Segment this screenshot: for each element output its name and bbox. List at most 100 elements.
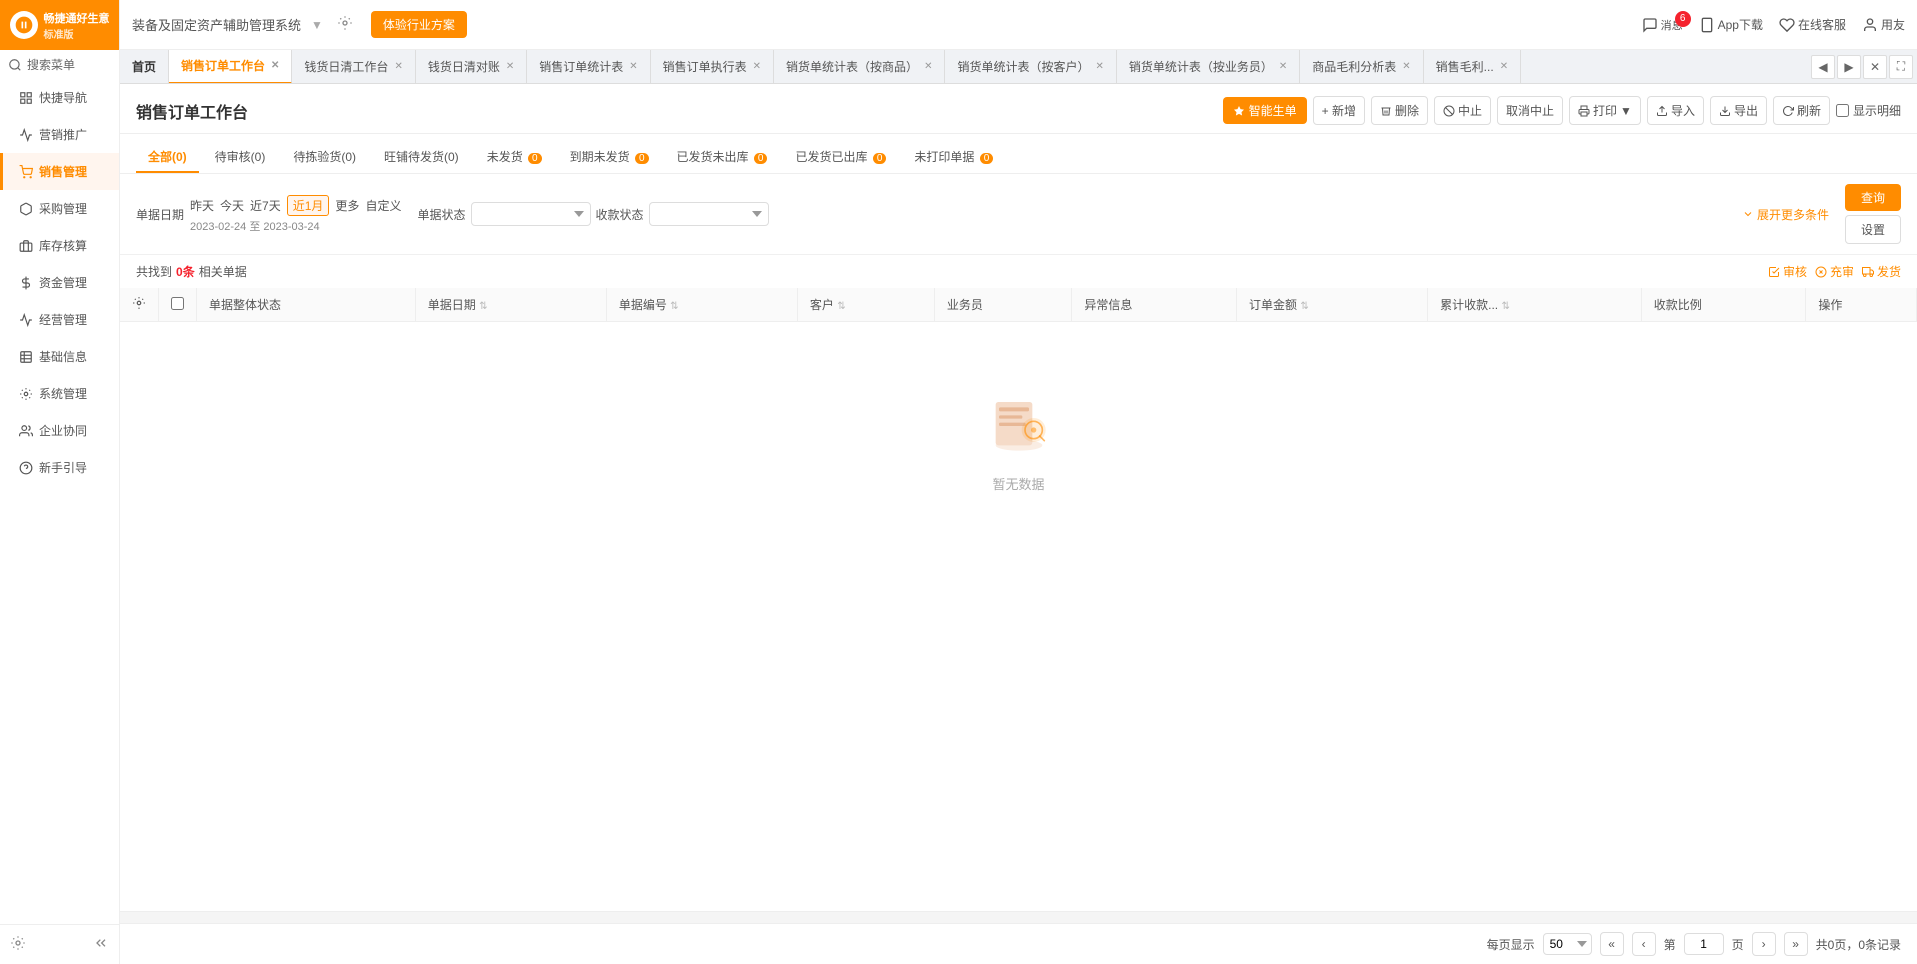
- sidebar-item-basic[interactable]: 基础信息: [0, 338, 119, 375]
- expand-more-btn[interactable]: 展开更多条件: [1742, 206, 1829, 223]
- tab-sales-more-close[interactable]: ✕: [1500, 61, 1508, 72]
- col-collected[interactable]: 累计收款... ⇅: [1428, 288, 1642, 322]
- show-detail-checkbox[interactable]: 显示明细: [1836, 102, 1901, 119]
- settings-icon[interactable]: [10, 935, 26, 954]
- tab-product-margin-close[interactable]: ✕: [1402, 61, 1410, 72]
- app-download-btn[interactable]: App下载: [1699, 16, 1763, 33]
- prev-page-btn[interactable]: ‹: [1632, 932, 1656, 956]
- add-btn[interactable]: + 新增: [1313, 96, 1365, 125]
- settings-gear-icon[interactable]: [337, 15, 353, 34]
- page-input[interactable]: [1684, 933, 1724, 955]
- sidebar-item-system[interactable]: 系统管理: [0, 375, 119, 412]
- tab-sales-stat-product-close[interactable]: ✕: [924, 61, 932, 72]
- subtab-wangpu[interactable]: 旺铺待发货(0): [372, 142, 471, 173]
- smart-btn[interactable]: 智能生单: [1223, 97, 1307, 124]
- tab-order-exec[interactable]: 销售订单执行表 ✕: [651, 50, 774, 84]
- refresh-btn[interactable]: 刷新: [1773, 96, 1830, 125]
- subtab-unprinted[interactable]: 未打印单据 0: [902, 142, 1005, 173]
- print-dropdown-icon[interactable]: ▼: [1620, 104, 1632, 118]
- online-service-btn[interactable]: 在线客服: [1779, 16, 1846, 33]
- ship-btn[interactable]: 发货: [1862, 263, 1901, 280]
- sidebar-item-inventory[interactable]: 库存核算: [0, 227, 119, 264]
- col-number[interactable]: 单据编号 ⇅: [606, 288, 797, 322]
- date-1month[interactable]: 近1月: [287, 195, 330, 216]
- tab-cash-reconcile[interactable]: 钱货日清对账 ✕: [416, 50, 527, 84]
- delete-btn[interactable]: 删除: [1371, 96, 1428, 125]
- subtab-shipped-no-stock[interactable]: 已发货未出库 0: [665, 142, 780, 173]
- sidebar-item-sales[interactable]: 销售管理: [0, 153, 119, 190]
- status-select[interactable]: [471, 202, 591, 226]
- tab-maximize-btn[interactable]: ⛶: [1889, 55, 1913, 79]
- first-page-btn[interactable]: «: [1600, 932, 1624, 956]
- stop-btn[interactable]: 中止: [1434, 96, 1491, 125]
- subtab-all[interactable]: 全部(0): [136, 142, 199, 173]
- tab-order-exec-close[interactable]: ✕: [753, 61, 761, 72]
- collapse-icon[interactable]: [93, 935, 109, 954]
- import-btn[interactable]: 导入: [1647, 96, 1704, 125]
- sidebar-item-quick[interactable]: 快捷导航: [0, 79, 119, 116]
- sidebar-item-company[interactable]: 企业协同: [0, 412, 119, 449]
- tab-sales-stat-staff[interactable]: 销货单统计表（按业务员） ✕: [1117, 50, 1300, 84]
- col-checkbox[interactable]: [159, 288, 197, 322]
- sidebar-item-guide[interactable]: 新手引导: [0, 449, 119, 486]
- subtab-pending[interactable]: 待审核(0): [203, 142, 278, 173]
- per-page-select[interactable]: 50 20 100: [1543, 933, 1592, 955]
- print-btn[interactable]: 打印 ▼: [1569, 96, 1641, 125]
- tab-sales-more[interactable]: 销售毛利... ✕: [1424, 50, 1521, 84]
- date-more[interactable]: 更多: [335, 197, 359, 214]
- user-btn[interactable]: 用友: [1862, 16, 1905, 33]
- cancel-stop-btn[interactable]: 取消中止: [1497, 96, 1563, 125]
- message-btn[interactable]: 消息 6: [1642, 17, 1683, 33]
- col-customer-sort[interactable]: ⇅: [837, 301, 845, 312]
- setting-btn[interactable]: 设置: [1845, 215, 1901, 244]
- payment-select[interactable]: [649, 202, 769, 226]
- tab-next-btn[interactable]: ▶: [1837, 55, 1861, 79]
- dropdown-icon[interactable]: ▼: [311, 18, 323, 32]
- date-7days[interactable]: 近7天: [250, 197, 281, 214]
- subtab-expired[interactable]: 到期未发货 0: [558, 142, 661, 173]
- tab-sales-order[interactable]: 销售订单工作台 ✕: [169, 50, 292, 84]
- col-amount-sort[interactable]: ⇅: [1300, 301, 1308, 312]
- query-btn[interactable]: 查询: [1845, 184, 1901, 211]
- col-customer[interactable]: 客户 ⇅: [797, 288, 934, 322]
- export-btn[interactable]: 导出: [1710, 96, 1767, 125]
- date-yesterday[interactable]: 昨天: [190, 197, 214, 214]
- tab-prev-btn[interactable]: ◀: [1811, 55, 1835, 79]
- col-settings[interactable]: [120, 288, 159, 322]
- tab-product-margin[interactable]: 商品毛利分析表 ✕: [1300, 50, 1423, 84]
- col-date[interactable]: 单据日期 ⇅: [415, 288, 606, 322]
- col-collected-sort[interactable]: ⇅: [1501, 301, 1509, 312]
- tab-home[interactable]: 首页: [120, 50, 169, 84]
- tab-order-stats[interactable]: 销售订单统计表 ✕: [527, 50, 650, 84]
- discard-btn[interactable]: 充审: [1815, 263, 1854, 280]
- select-all-checkbox[interactable]: [171, 297, 184, 310]
- subtab-unshipped[interactable]: 未发货 0: [475, 142, 554, 173]
- col-number-sort[interactable]: ⇅: [670, 301, 678, 312]
- last-page-btn[interactable]: »: [1784, 932, 1808, 956]
- show-detail-input[interactable]: [1836, 104, 1849, 117]
- tab-cash-daily[interactable]: 钱货日清工作台 ✕: [292, 50, 415, 84]
- next-page-btn[interactable]: ›: [1752, 932, 1776, 956]
- sidebar-item-search[interactable]: 搜索菜单: [0, 50, 119, 79]
- horizontal-scrollbar[interactable]: [120, 911, 1917, 923]
- tab-sales-stat-customer-close[interactable]: ✕: [1095, 61, 1103, 72]
- date-custom[interactable]: 自定义: [365, 197, 401, 214]
- subtab-shipped-out[interactable]: 已发货已出库 0: [783, 142, 898, 173]
- col-date-sort[interactable]: ⇅: [479, 301, 487, 312]
- tab-cash-daily-close[interactable]: ✕: [394, 61, 402, 72]
- sidebar-item-purchase[interactable]: 采购管理: [0, 190, 119, 227]
- tab-cash-reconcile-close[interactable]: ✕: [506, 61, 514, 72]
- tab-sales-stat-product[interactable]: 销货单统计表（按商品） ✕: [774, 50, 945, 84]
- sidebar-item-operations[interactable]: 经营管理: [0, 301, 119, 338]
- sidebar-item-marketing[interactable]: 营销推广: [0, 116, 119, 153]
- date-today[interactable]: 今天: [220, 197, 244, 214]
- sidebar-item-finance[interactable]: 资金管理: [0, 264, 119, 301]
- tab-sales-stat-staff-close[interactable]: ✕: [1279, 61, 1287, 72]
- industry-btn[interactable]: 体验行业方案: [371, 11, 467, 38]
- subtab-pending-check[interactable]: 待拣验货(0): [281, 142, 368, 173]
- audit-btn[interactable]: 审核: [1768, 263, 1807, 280]
- tab-close-all-btn[interactable]: ✕: [1863, 55, 1887, 79]
- tab-sales-stat-customer[interactable]: 销货单统计表（按客户） ✕: [945, 50, 1116, 84]
- tab-sales-order-close[interactable]: ✕: [271, 60, 279, 71]
- tab-order-stats-close[interactable]: ✕: [629, 61, 637, 72]
